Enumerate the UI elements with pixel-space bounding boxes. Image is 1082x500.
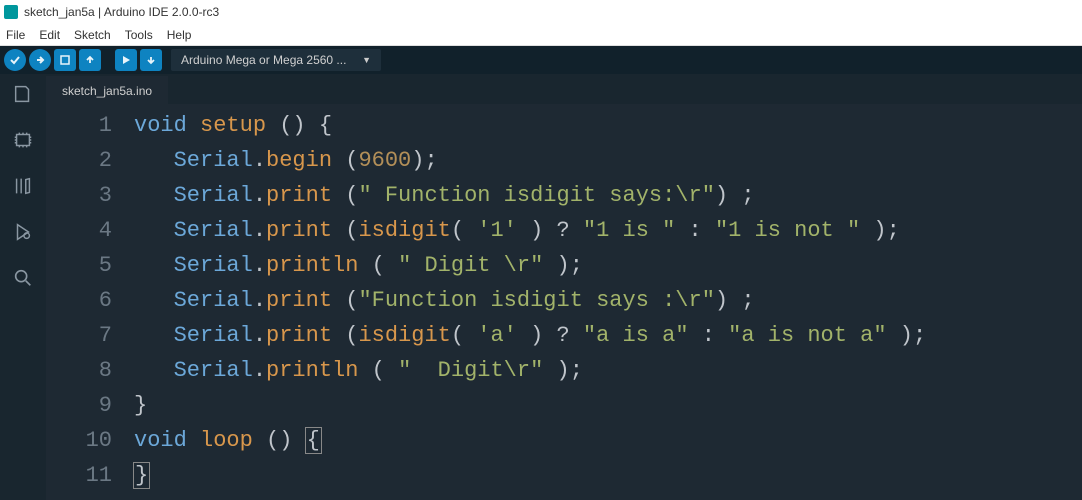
menu-file[interactable]: File: [6, 28, 25, 42]
code-line[interactable]: Serial.print (" Function isdigit says:\r…: [134, 178, 1082, 213]
code-editor[interactable]: 1234567891011 void setup () { Serial.beg…: [46, 104, 1082, 500]
code-line[interactable]: Serial.print (isdigit( '1' ) ? "1 is " :…: [134, 213, 1082, 248]
line-number: 2: [46, 143, 112, 178]
line-number: 3: [46, 178, 112, 213]
window-title: sketch_jan5a | Arduino IDE 2.0.0-rc3: [24, 5, 219, 19]
activity-bar: [0, 74, 46, 500]
code-line[interactable]: }: [134, 458, 1082, 493]
menu-help[interactable]: Help: [167, 28, 192, 42]
code-line[interactable]: Serial.print (isdigit( 'a' ) ? "a is a" …: [134, 318, 1082, 353]
board-selector[interactable]: Arduino Mega or Mega 2560 ... ▼: [171, 49, 381, 71]
tab-label: sketch_jan5a.ino: [62, 84, 152, 98]
arduino-logo-icon: [4, 5, 18, 19]
open-sketch-button[interactable]: [79, 49, 101, 71]
line-number: 8: [46, 353, 112, 388]
menu-tools[interactable]: Tools: [125, 28, 153, 42]
boards-manager-icon[interactable]: [11, 128, 35, 152]
board-selector-label: Arduino Mega or Mega 2560 ...: [181, 53, 346, 67]
debug-icon[interactable]: [11, 220, 35, 244]
chevron-down-icon: ▼: [362, 55, 371, 65]
line-number: 6: [46, 283, 112, 318]
line-number: 4: [46, 213, 112, 248]
code-line[interactable]: void setup () {: [134, 108, 1082, 143]
explorer-icon[interactable]: [11, 82, 35, 106]
code-content[interactable]: void setup () { Serial.begin (9600); Ser…: [134, 104, 1082, 500]
line-number-gutter: 1234567891011: [46, 104, 134, 500]
titlebar: sketch_jan5a | Arduino IDE 2.0.0-rc3: [0, 0, 1082, 24]
code-line[interactable]: void loop () {: [134, 423, 1082, 458]
debug-button[interactable]: [115, 49, 137, 71]
new-sketch-button[interactable]: [54, 49, 76, 71]
save-button[interactable]: [140, 49, 162, 71]
verify-button[interactable]: [4, 49, 26, 71]
line-number: 7: [46, 318, 112, 353]
upload-button[interactable]: [29, 49, 51, 71]
menubar: File Edit Sketch Tools Help: [0, 24, 1082, 46]
toolbar: Arduino Mega or Mega 2560 ... ▼: [0, 46, 1082, 74]
tab-sketch[interactable]: sketch_jan5a.ino: [46, 76, 168, 104]
tab-bar: sketch_jan5a.ino: [46, 74, 1082, 104]
menu-sketch[interactable]: Sketch: [74, 28, 111, 42]
menu-edit[interactable]: Edit: [39, 28, 60, 42]
search-icon[interactable]: [11, 266, 35, 290]
editor-area: sketch_jan5a.ino 1234567891011 void setu…: [46, 74, 1082, 500]
line-number: 1: [46, 108, 112, 143]
code-line[interactable]: Serial.begin (9600);: [134, 143, 1082, 178]
line-number: 5: [46, 248, 112, 283]
code-line[interactable]: }: [134, 388, 1082, 423]
line-number: 10: [46, 423, 112, 458]
library-manager-icon[interactable]: [11, 174, 35, 198]
code-line[interactable]: Serial.println ( " Digit \r" );: [134, 248, 1082, 283]
code-line[interactable]: Serial.print ("Function isdigit says :\r…: [134, 283, 1082, 318]
line-number: 11: [46, 458, 112, 493]
line-number: 9: [46, 388, 112, 423]
code-line[interactable]: Serial.println ( " Digit\r" );: [134, 353, 1082, 388]
